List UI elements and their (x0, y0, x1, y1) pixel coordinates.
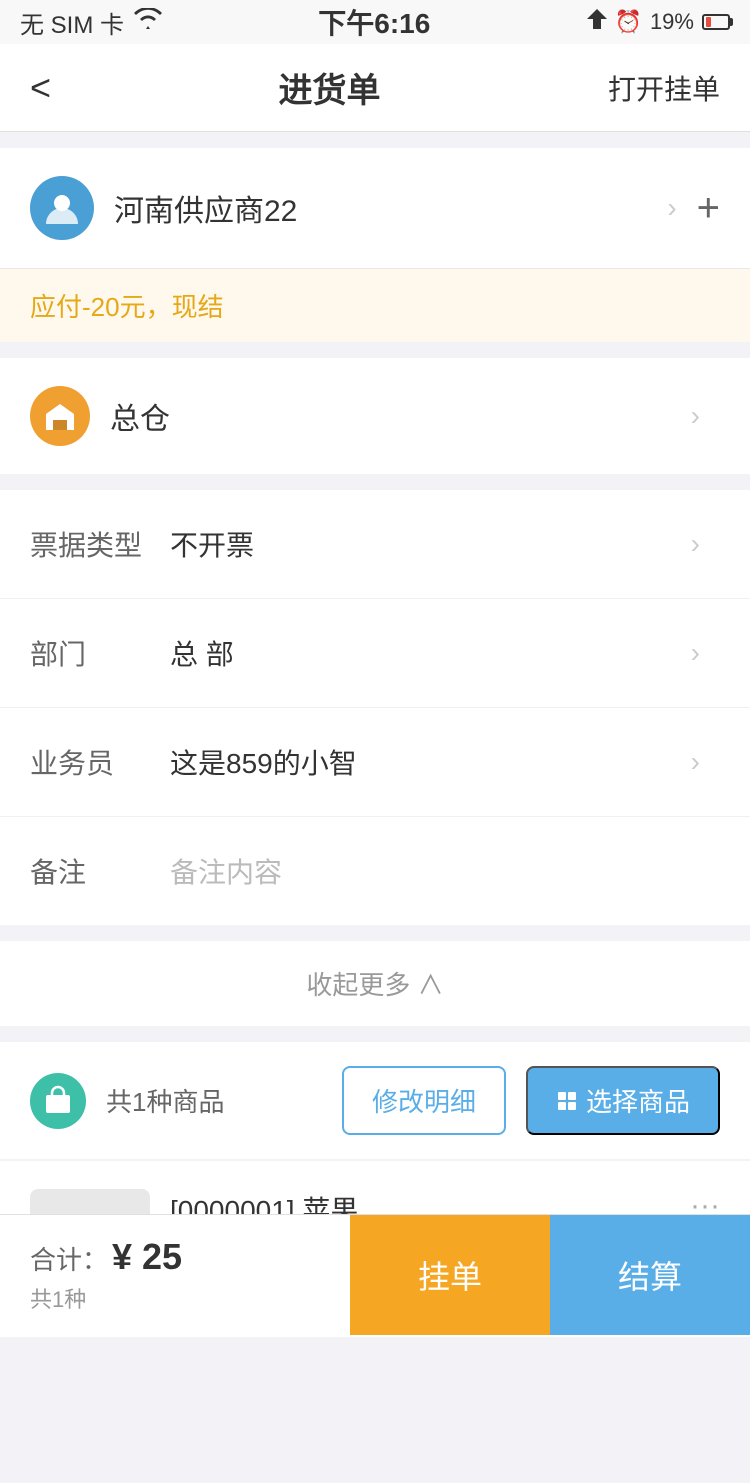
location-icon (587, 9, 607, 35)
supplier-name: 河南供应商22 (114, 186, 667, 230)
bottom-bar: 合计： ¥ 25 共1种 挂单 结算 (0, 1214, 750, 1334)
chevron-right-icon: › (691, 528, 700, 560)
edit-detail-button[interactable]: 修改明细 (342, 1066, 506, 1135)
products-icon (30, 1073, 86, 1129)
wifi-icon (134, 8, 162, 36)
total-label: 合计： (30, 1240, 108, 1277)
battery-percent: 19% (650, 9, 694, 35)
back-button[interactable]: < (30, 67, 51, 109)
department-value: 总 部 (170, 633, 691, 673)
chevron-right-icon: › (691, 400, 700, 432)
nav-bar: < 进货单 打开挂单 (0, 44, 750, 132)
ticket-type-row[interactable]: 票据类型 不开票 › (0, 490, 750, 599)
total-count: 共1种 (30, 1282, 320, 1314)
warehouse-icon (30, 386, 90, 446)
chevron-right-icon: › (691, 637, 700, 669)
ticket-type-label: 票据类型 (30, 524, 170, 564)
ticket-type-value: 不开票 (170, 524, 691, 564)
warehouse-section: 总仓 › (0, 358, 750, 474)
carrier-text: 无 SIM 卡 (20, 5, 124, 40)
salesman-label: 业务员 (30, 742, 170, 782)
collapse-label: 收起更多 ∧ (306, 965, 443, 1002)
chevron-right-icon: › (691, 746, 700, 778)
supplier-row[interactable]: 河南供应商22 › + (0, 148, 750, 269)
alarm-icon: ⏰ (615, 9, 642, 35)
warehouse-name: 总仓 (110, 394, 691, 438)
select-product-button[interactable]: 选择商品 (526, 1066, 720, 1135)
products-header: 共1种商品 修改明细 选择商品 (0, 1042, 750, 1159)
salesman-value: 这是859的小智 (170, 742, 691, 782)
total-section: 合计： ¥ 25 共1种 (0, 1236, 350, 1314)
supplier-avatar (30, 176, 94, 240)
total-amount: ¥ 25 (112, 1236, 182, 1278)
open-pending-button[interactable]: 打开挂单 (608, 68, 720, 108)
status-time: 下午6:16 (318, 2, 430, 42)
collapse-row[interactable]: 收起更多 ∧ (0, 941, 750, 1026)
chevron-right-icon: › (667, 192, 676, 224)
battery-icon (702, 14, 730, 30)
page-title: 进货单 (279, 63, 381, 112)
status-bar: 无 SIM 卡 下午6:16 ⏰ 19% (0, 0, 750, 44)
settle-button[interactable]: 结算 (550, 1215, 750, 1335)
remark-label: 备注 (30, 851, 170, 891)
supplier-notice: 应付-20元，现结 (0, 269, 750, 342)
department-row[interactable]: 部门 总 部 › (0, 599, 750, 708)
remark-placeholder: 备注内容 (170, 851, 720, 891)
salesman-row[interactable]: 业务员 这是859的小智 › (0, 708, 750, 817)
status-right: ⏰ 19% (587, 9, 730, 35)
warehouse-row[interactable]: 总仓 › (0, 358, 750, 474)
add-button[interactable]: + (697, 186, 720, 231)
select-product-label: 选择商品 (586, 1082, 690, 1119)
hang-button[interactable]: 挂单 (350, 1215, 550, 1335)
supplier-section: 河南供应商22 › + 应付-20元，现结 (0, 148, 750, 342)
products-count: 共1种商品 (106, 1082, 322, 1119)
remark-row[interactable]: 备注 备注内容 (0, 817, 750, 925)
form-section: 票据类型 不开票 › 部门 总 部 › 业务员 这是859的小智 › 备注 备注… (0, 490, 750, 925)
status-left: 无 SIM 卡 (20, 5, 162, 40)
department-label: 部门 (30, 633, 170, 673)
